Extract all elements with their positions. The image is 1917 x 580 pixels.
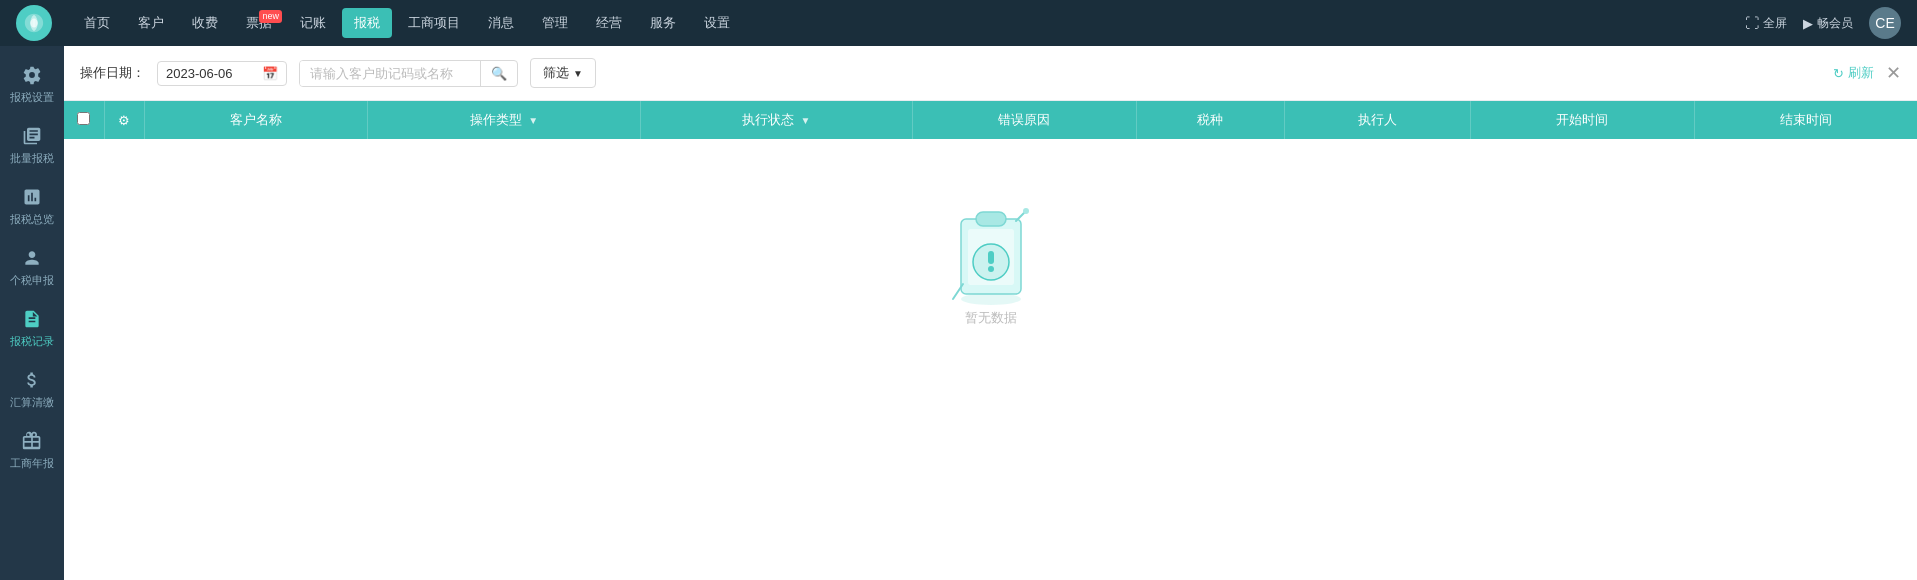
th-op-type: 操作类型 ▼ xyxy=(368,101,640,139)
data-table: ⚙ 客户名称 操作类型 ▼ 执行状态 ▼ xyxy=(64,101,1917,367)
empty-state: 暂无数据 xyxy=(64,139,1917,367)
th-end-time: 结束时间 xyxy=(1694,101,1917,139)
empty-illustration xyxy=(941,199,1041,309)
svg-rect-3 xyxy=(976,212,1006,226)
tax-records-icon xyxy=(21,308,43,330)
table-body: 暂无数据 xyxy=(64,139,1917,367)
nav-operations[interactable]: 经营 xyxy=(584,8,634,38)
toolbar: 操作日期： 2023-06-06 📅 🔍 筛选 ▼ ↻ 刷新 ✕ xyxy=(64,46,1917,101)
nav-messages[interactable]: 消息 xyxy=(476,8,526,38)
sidebar-item-tax-records[interactable]: 报税记录 xyxy=(0,298,64,359)
sidebar-label-batch-tax: 批量报税 xyxy=(10,151,54,166)
sidebar-item-batch-tax[interactable]: 批量报税 xyxy=(0,115,64,176)
main-layout: 报税设置 批量报税 报税总览 个税申报 xyxy=(0,46,1917,580)
column-settings-icon[interactable]: ⚙ xyxy=(118,113,130,128)
nav-services[interactable]: 服务 xyxy=(638,8,688,38)
close-button[interactable]: ✕ xyxy=(1886,64,1901,82)
vip-icon: ▶ xyxy=(1803,16,1813,31)
nav-items: 首页 客户 收费 票据 new 记账 报税 工商项目 消息 管理 经营 服务 设… xyxy=(72,8,1745,38)
vip-btn[interactable]: ▶ 畅会员 xyxy=(1803,15,1853,32)
new-badge: new xyxy=(259,10,282,23)
fullscreen-btn[interactable]: ⛶ 全屏 xyxy=(1745,15,1787,32)
sidebar-label-tax-records: 报税记录 xyxy=(10,334,54,349)
th-gear: ⚙ xyxy=(104,101,144,139)
chevron-down-icon: ▼ xyxy=(573,68,583,79)
svg-point-1 xyxy=(961,293,1021,305)
th-customer: 客户名称 xyxy=(144,101,368,139)
nav-billing[interactable]: 收费 xyxy=(180,8,230,38)
sidebar-item-settlement[interactable]: 汇算清缴 xyxy=(0,359,64,420)
svg-point-0 xyxy=(30,18,37,27)
sidebar-item-tax-summary[interactable]: 报税总览 xyxy=(0,176,64,237)
annual-report-icon xyxy=(21,430,43,452)
select-all-checkbox[interactable] xyxy=(77,112,90,125)
filter-button[interactable]: 筛选 ▼ xyxy=(530,58,596,88)
th-error-reason: 错误原因 xyxy=(912,101,1136,139)
sidebar: 报税设置 批量报税 报税总览 个税申报 xyxy=(0,46,64,580)
table-header: ⚙ 客户名称 操作类型 ▼ 执行状态 ▼ xyxy=(64,101,1917,139)
fullscreen-icon: ⛶ xyxy=(1745,15,1759,31)
nav-business[interactable]: 工商项目 xyxy=(396,8,472,38)
nav-accounts[interactable]: 记账 xyxy=(288,8,338,38)
th-tax-type: 税种 xyxy=(1136,101,1284,139)
top-nav: 首页 客户 收费 票据 new 记账 报税 工商项目 消息 管理 经营 服务 设… xyxy=(0,0,1917,46)
sidebar-label-annual-report: 工商年报 xyxy=(10,456,54,471)
search-input[interactable] xyxy=(300,61,480,86)
sidebar-label-settlement: 汇算清缴 xyxy=(10,395,54,410)
svg-rect-6 xyxy=(988,251,994,264)
date-picker[interactable]: 2023-06-06 📅 xyxy=(157,61,287,86)
date-label: 操作日期： xyxy=(80,64,145,82)
table-container: ⚙ 客户名称 操作类型 ▼ 执行状态 ▼ xyxy=(64,101,1917,580)
th-exec-status: 执行状态 ▼ xyxy=(640,101,912,139)
search-wrap: 🔍 xyxy=(299,60,518,87)
th-checkbox xyxy=(64,101,104,139)
tax-settings-icon xyxy=(21,64,43,86)
logo[interactable] xyxy=(16,5,52,41)
op-type-sort-icon[interactable]: ▼ xyxy=(528,115,538,126)
th-executor: 执行人 xyxy=(1284,101,1470,139)
sidebar-item-tax-settings[interactable]: 报税设置 xyxy=(0,54,64,115)
nav-home[interactable]: 首页 xyxy=(72,8,122,38)
user-avatar[interactable]: CE xyxy=(1869,7,1901,39)
nav-settings[interactable]: 设置 xyxy=(692,8,742,38)
personal-tax-icon xyxy=(21,247,43,269)
date-input[interactable]: 2023-06-06 xyxy=(166,66,256,81)
nav-invoice[interactable]: 票据 new xyxy=(234,8,284,38)
th-start-time: 开始时间 xyxy=(1470,101,1694,139)
sidebar-label-personal-tax: 个税申报 xyxy=(10,273,54,288)
sidebar-label-tax-settings: 报税设置 xyxy=(10,90,54,105)
nav-right: ⛶ 全屏 ▶ 畅会员 CE xyxy=(1745,7,1901,39)
batch-tax-icon xyxy=(21,125,43,147)
settlement-icon xyxy=(21,369,43,391)
exec-status-sort-icon[interactable]: ▼ xyxy=(800,115,810,126)
svg-point-10 xyxy=(1023,208,1029,214)
empty-row: 暂无数据 xyxy=(64,139,1917,367)
search-button[interactable]: 🔍 xyxy=(480,61,517,86)
filter-label: 筛选 xyxy=(543,64,569,82)
sidebar-item-annual-report[interactable]: 工商年报 xyxy=(0,420,64,481)
content-area: 操作日期： 2023-06-06 📅 🔍 筛选 ▼ ↻ 刷新 ✕ xyxy=(64,46,1917,580)
sidebar-item-personal-tax[interactable]: 个税申报 xyxy=(0,237,64,298)
refresh-icon: ↻ xyxy=(1833,66,1844,81)
toolbar-right: ↻ 刷新 ✕ xyxy=(1833,64,1901,82)
nav-tax[interactable]: 报税 xyxy=(342,8,392,38)
refresh-button[interactable]: ↻ 刷新 xyxy=(1833,64,1874,82)
tax-summary-icon xyxy=(21,186,43,208)
svg-point-7 xyxy=(988,266,994,272)
empty-text: 暂无数据 xyxy=(965,309,1017,327)
sidebar-label-tax-summary: 报税总览 xyxy=(10,212,54,227)
calendar-icon: 📅 xyxy=(262,66,278,81)
nav-management[interactable]: 管理 xyxy=(530,8,580,38)
nav-customer[interactable]: 客户 xyxy=(126,8,176,38)
